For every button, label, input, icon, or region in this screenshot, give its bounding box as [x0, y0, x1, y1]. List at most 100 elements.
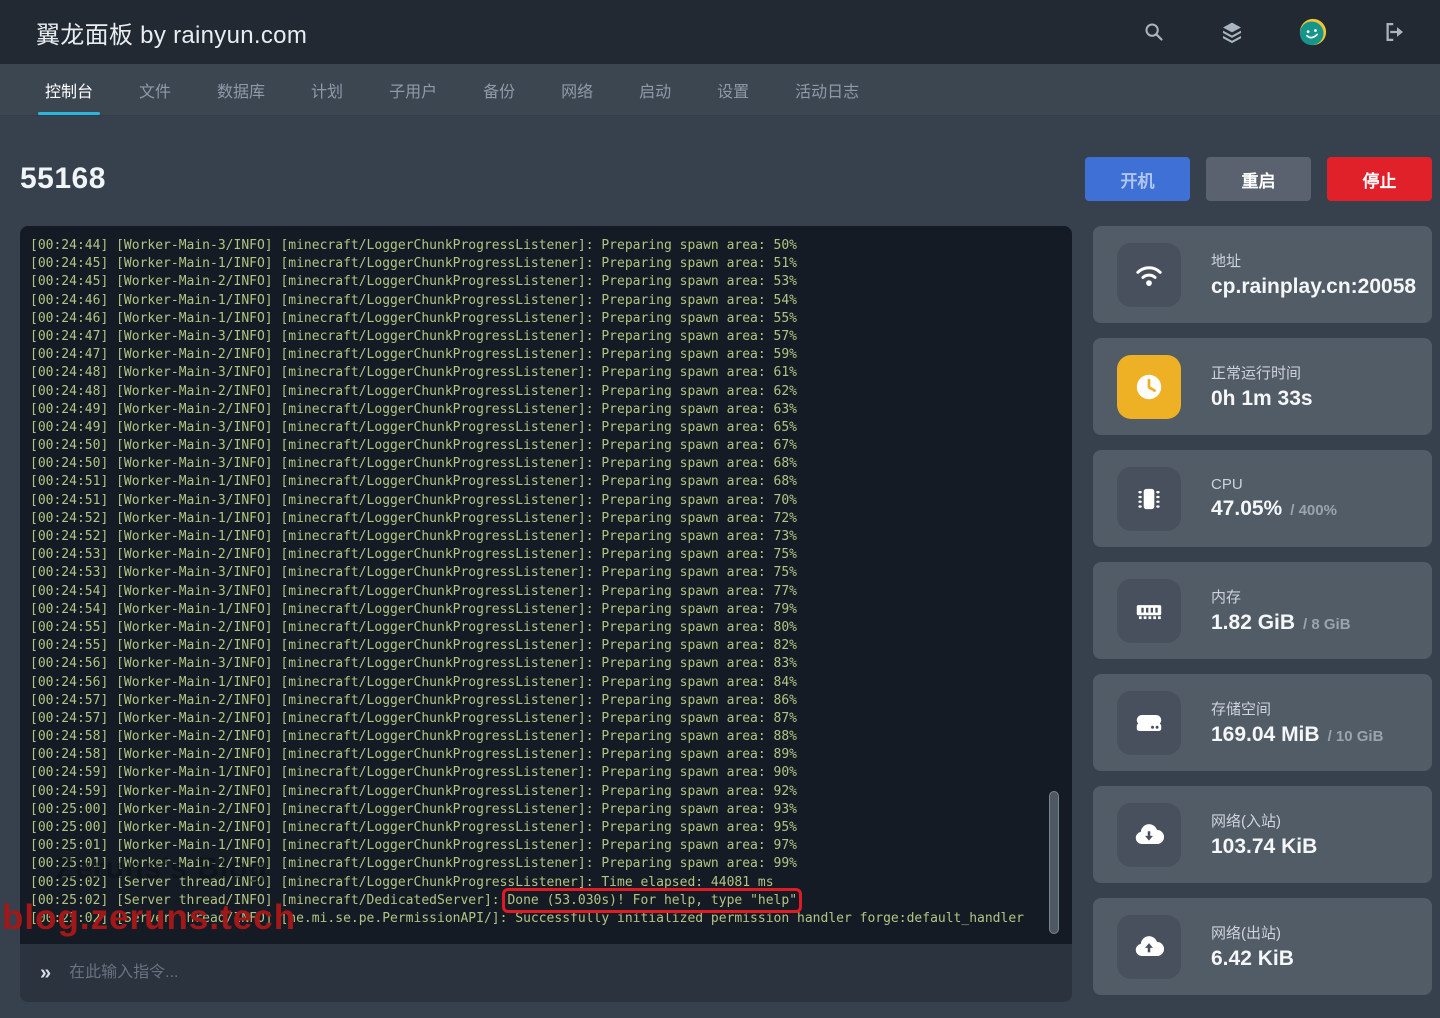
- stat-icon-square: [1117, 802, 1181, 867]
- stat-limit: / 10 GiB: [1327, 728, 1384, 745]
- console-line: [00:24:59] [Worker-Main-2/INFO] [minecra…: [30, 783, 798, 799]
- console-line: [00:25:02] [Server thread/INFO] [ne.mi.s…: [30, 910, 1024, 926]
- console-line: [00:24:46] [Worker-Main-1/INFO] [minecra…: [30, 292, 798, 308]
- tab-network[interactable]: 网络: [538, 64, 616, 115]
- console-line: [00:24:53] [Worker-Main-2/INFO] [minecra…: [30, 547, 798, 563]
- console-line: [00:24:55] [Worker-Main-2/INFO] [minecra…: [30, 638, 798, 654]
- stats-sidebar: 地址 cp.rainplay.cn:20058 正常运行时间 0h 1m 33s…: [1093, 226, 1432, 1010]
- console-log[interactable]: [00:24:44] [Worker-Main-3/INFO] [minecra…: [20, 226, 1072, 944]
- app-header: 翼龙面板 by rainyun.com: [0, 0, 1440, 64]
- stat-value: 0h 1m 33s: [1211, 387, 1313, 410]
- tab-databases[interactable]: 数据库: [194, 64, 288, 115]
- power-actions: 开机 重启 停止: [1085, 157, 1432, 201]
- stat-label: 地址: [1211, 253, 1242, 270]
- stat-card-net-out: 网络(出站) 6.42 KiB: [1093, 898, 1432, 995]
- server-id: 55168: [20, 162, 106, 195]
- cpu-icon: [1132, 482, 1166, 516]
- console-line: [00:24:44] [Worker-Main-3/INFO] [minecra…: [30, 238, 798, 253]
- stat-value: 103.74 KiB: [1211, 835, 1318, 858]
- console-scrollbar[interactable]: [1049, 791, 1059, 934]
- tab-files[interactable]: 文件: [116, 64, 194, 115]
- wifi-icon: [1132, 258, 1166, 292]
- console-line: [00:24:58] [Worker-Main-2/INFO] [minecra…: [30, 729, 798, 745]
- avatar[interactable]: [1298, 17, 1328, 47]
- server-topbar: 55168 开机 重启 停止: [20, 154, 1432, 204]
- stat-card-address: 地址 cp.rainplay.cn:20058: [1093, 226, 1432, 323]
- highlight-annotation: Done (53.030s)! For help, type "help": [502, 887, 803, 913]
- start-button[interactable]: 开机: [1085, 157, 1190, 201]
- stat-icon-square: [1117, 578, 1181, 643]
- stat-label: 存储空间: [1211, 701, 1272, 718]
- cloud-upload-icon: [1132, 930, 1166, 964]
- stat-icon-square: [1117, 690, 1181, 755]
- console-line: [00:24:52] [Worker-Main-1/INFO] [minecra…: [30, 529, 798, 544]
- stat-label: 正常运行时间: [1211, 365, 1302, 382]
- app-title: 翼龙面板 by rainyun.com: [36, 21, 308, 49]
- header-icons: [1142, 17, 1406, 47]
- stat-value: 6.42 KiB: [1211, 947, 1294, 970]
- console-line: [00:24:50] [Worker-Main-3/INFO] [minecra…: [30, 438, 798, 454]
- console-input-row: »: [20, 944, 1072, 1002]
- tab-console[interactable]: 控制台: [22, 64, 116, 115]
- stat-value: 1.82 GiB: [1211, 611, 1296, 634]
- console-line: [00:24:51] [Worker-Main-1/INFO] [minecra…: [30, 474, 798, 490]
- stat-card-disk: 存储空间 169.04 MiB / 10 GiB: [1093, 674, 1432, 771]
- cloud-download-icon: [1132, 818, 1166, 852]
- console-line: [00:24:57] [Worker-Main-2/INFO] [minecra…: [30, 710, 798, 726]
- stat-label: 网络(出站): [1211, 925, 1281, 942]
- tab-schedules[interactable]: 计划: [288, 64, 366, 115]
- console-line: [00:24:47] [Worker-Main-3/INFO] [minecra…: [30, 328, 798, 344]
- nav-tabs: 控制台 文件 数据库 计划 子用户 备份 网络 启动 设置 活动日志: [0, 64, 1440, 116]
- command-input[interactable]: [67, 963, 1052, 983]
- tab-activity[interactable]: 活动日志: [772, 64, 882, 115]
- tab-subusers[interactable]: 子用户: [366, 64, 460, 115]
- stat-value: 47.05%: [1211, 497, 1283, 520]
- console-line: [00:25:00] [Worker-Main-2/INFO] [minecra…: [30, 820, 798, 835]
- search-icon[interactable]: [1142, 20, 1166, 44]
- tab-backups[interactable]: 备份: [460, 64, 538, 115]
- logout-icon[interactable]: [1382, 20, 1406, 44]
- console-line: [00:24:52] [Worker-Main-1/INFO] [minecra…: [30, 510, 798, 526]
- stat-limit: / 400%: [1290, 502, 1337, 519]
- stop-button[interactable]: 停止: [1327, 157, 1432, 201]
- console-line: [00:24:48] [Worker-Main-2/INFO] [minecra…: [30, 383, 798, 399]
- console-line: [00:24:50] [Worker-Main-3/INFO] [minecra…: [30, 456, 798, 472]
- console-line: [00:25:02] [Server thread/INFO] [minecra…: [30, 874, 774, 890]
- tab-settings[interactable]: 设置: [694, 64, 772, 115]
- console-line: [00:24:58] [Worker-Main-2/INFO] [minecra…: [30, 747, 798, 763]
- console-line: [00:24:49] [Worker-Main-3/INFO] [minecra…: [30, 419, 798, 435]
- stat-card-uptime: 正常运行时间 0h 1m 33s: [1093, 338, 1432, 435]
- stat-label: CPU: [1211, 476, 1243, 493]
- console-line: [00:25:01] [Worker-Main-2/INFO] [minecra…: [30, 856, 798, 872]
- main-content: 55168 开机 重启 停止 [00:24:44] [Worker-Main-3…: [0, 154, 1440, 1010]
- stat-icon-square: [1117, 354, 1181, 419]
- console-line: [00:24:54] [Worker-Main-1/INFO] [minecra…: [30, 601, 798, 617]
- stat-value: 169.04 MiB: [1211, 723, 1320, 746]
- stat-icon-square: [1117, 914, 1181, 979]
- console-line: [00:25:02] [Server thread/INFO] [minecra…: [30, 887, 803, 913]
- console-line: [00:24:45] [Worker-Main-1/INFO] [minecra…: [30, 256, 798, 272]
- stat-icon-square: [1117, 242, 1181, 307]
- clock-icon: [1132, 370, 1166, 404]
- console-line: [00:24:54] [Worker-Main-3/INFO] [minecra…: [30, 583, 798, 599]
- console-line: [00:24:59] [Worker-Main-1/INFO] [minecra…: [30, 765, 798, 781]
- console-line: [00:24:51] [Worker-Main-3/INFO] [minecra…: [30, 492, 798, 508]
- console-line: [00:24:47] [Worker-Main-2/INFO] [minecra…: [30, 347, 798, 363]
- console-line: [00:24:55] [Worker-Main-2/INFO] [minecra…: [30, 619, 798, 635]
- stat-card-memory: 内存 1.82 GiB / 8 GiB: [1093, 562, 1432, 659]
- console-line: [00:24:45] [Worker-Main-2/INFO] [minecra…: [30, 274, 798, 290]
- console-line: [00:24:53] [Worker-Main-3/INFO] [minecra…: [30, 565, 798, 581]
- layers-icon[interactable]: [1220, 20, 1244, 44]
- console-line: [00:24:48] [Worker-Main-3/INFO] [minecra…: [30, 365, 798, 381]
- stat-card-net-in: 网络(入站) 103.74 KiB: [1093, 786, 1432, 883]
- console-line: [00:24:49] [Worker-Main-2/INFO] [minecra…: [30, 401, 798, 417]
- storage-icon: [1132, 706, 1166, 740]
- console-line: [00:24:56] [Worker-Main-1/INFO] [minecra…: [30, 674, 798, 690]
- stat-label: 内存: [1211, 589, 1242, 606]
- stat-value: cp.rainplay.cn:20058: [1211, 275, 1417, 298]
- console-line: [00:25:00] [Worker-Main-2/INFO] [minecra…: [30, 801, 798, 817]
- memory-icon: [1132, 594, 1166, 628]
- restart-button[interactable]: 重启: [1206, 157, 1311, 201]
- tab-startup[interactable]: 启动: [616, 64, 694, 115]
- console-panel: [00:24:44] [Worker-Main-3/INFO] [minecra…: [2, 226, 1072, 1002]
